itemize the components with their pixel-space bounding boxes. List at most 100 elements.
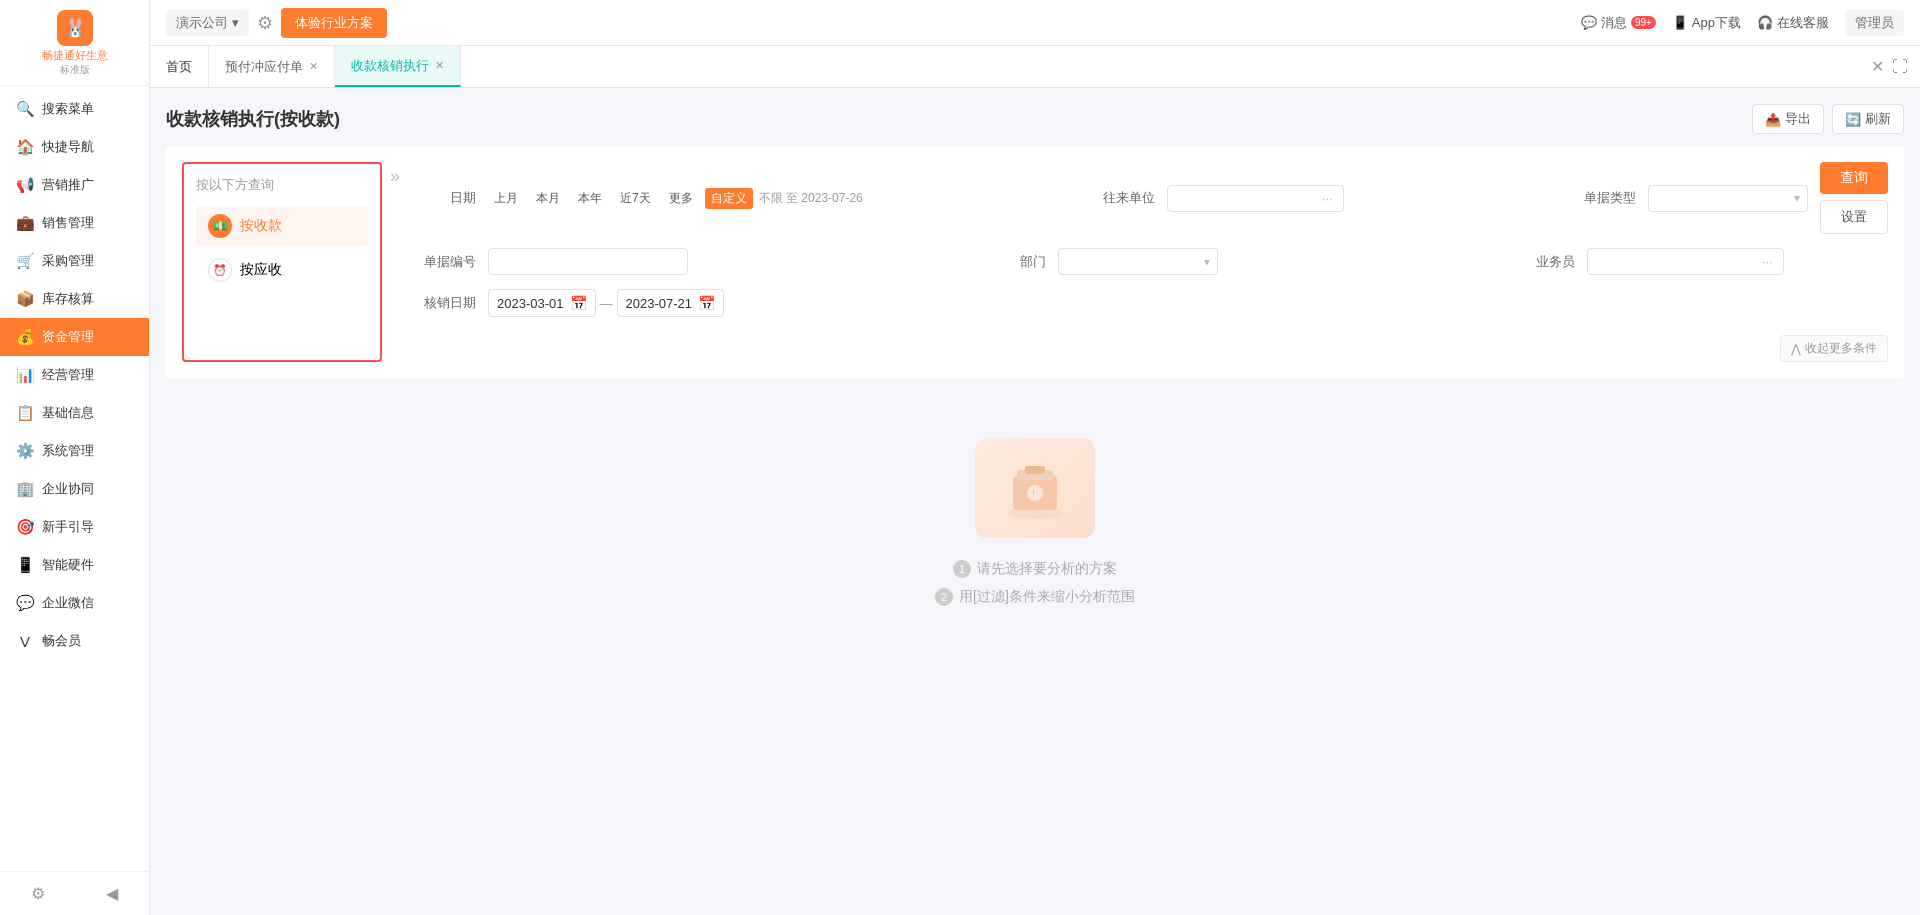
step2-badge: 2 [935,588,953,606]
export-button[interactable]: 📤 导出 [1752,104,1824,134]
sidebar-logo: 🐰 畅捷通好生意 标准版 [0,0,149,86]
sidebar-collapse-button[interactable]: ◀ [102,880,122,907]
sidebar-item-baseinfo[interactable]: 📋 基础信息 [0,394,149,432]
offset-date-end[interactable]: 2023-07-21 📅 [617,289,725,317]
sidebar-item-wechat[interactable]: 💬 企业微信 [0,584,149,622]
sales-icon: 💼 [16,214,34,232]
sidebar-item-system[interactable]: ⚙️ 系统管理 [0,432,149,470]
enterprise-icon: 🏢 [16,480,34,498]
offset-date-start[interactable]: 2023-03-01 📅 [488,289,596,317]
doc-number-label: 单据编号 [416,253,476,271]
page-header: 收款核销执行(按收款) 📤 导出 🔄 刷新 [166,104,1904,134]
purchase-icon: 🛒 [16,252,34,270]
svg-text:!: ! [1032,488,1035,499]
page-content: 收款核销执行(按收款) 📤 导出 🔄 刷新 按以下方查询 💵 [150,88,1920,915]
sidebar-item-vip[interactable]: V 畅会员 [0,622,149,660]
svg-rect-3 [1025,466,1045,474]
counterparty-label: 往来单位 [1095,189,1155,207]
counterparty-more-icon[interactable]: ··· [1322,191,1333,206]
sidebar-item-finance[interactable]: 💰 资金管理 [0,318,149,356]
sidebar-item-marketing[interactable]: 📢 营销推广 [0,166,149,204]
logo-icon: 🐰 [57,10,93,46]
receivable-icon: ⏰ [208,258,232,282]
sidebar-item-operations[interactable]: 📊 经营管理 [0,356,149,394]
sidebar-item-hardware[interactable]: 📱 智能硬件 [0,546,149,584]
topbar-settings-icon[interactable]: ⚙ [257,12,273,34]
sidebar-item-enterprise[interactable]: 🏢 企业协同 [0,470,149,508]
sidebar-item-purchase[interactable]: 🛒 采购管理 [0,242,149,280]
page-actions: 📤 导出 🔄 刷新 [1752,104,1904,134]
empty-illustration: ! [975,438,1095,538]
topbar-right: 💬 消息 99+ 📱 App下载 🎧 在线客服 管理员 [1581,10,1904,36]
tab-home[interactable]: 首页 [150,46,209,87]
export-icon: 📤 [1765,112,1781,127]
topbar: 演示公司 ▾ ⚙ 体验行业方案 💬 消息 99+ 📱 App下载 🎧 在线客服 … [150,0,1920,46]
tab-expand-icon[interactable]: ⛶ [1892,58,1908,76]
tab-receipt-offset-close[interactable]: ✕ [435,59,444,72]
query-button[interactable]: 查询 [1820,162,1888,194]
page-title: 收款核销执行(按收款) [166,107,340,131]
messages-badge: 99+ [1631,16,1656,29]
date-last-7days[interactable]: 近7天 [614,188,657,209]
counterparty-input[interactable]: ··· [1167,185,1344,212]
filter-fields: 日期 上月 本月 本年 近7天 更多 自定义 不限 至 2023-07-26 往… [416,162,1888,362]
logo-text: 畅捷通好生意 [42,48,108,63]
topbar-left: 演示公司 ▾ ⚙ 体验行业方案 [166,8,1569,38]
tab-prepay[interactable]: 预付冲应付单 ✕ [209,46,335,87]
collapse-more-button[interactable]: ⋀ 收起更多条件 [1780,335,1888,362]
counterparty-field[interactable] [1178,191,1318,206]
sidebar-item-sales[interactable]: 💼 销售管理 [0,204,149,242]
department-label: 部门 [986,253,1046,271]
filter-by-receivable[interactable]: ⏰ 按应收 [196,250,368,290]
date-separator: — [600,296,613,311]
sidebar-settings-button[interactable]: ⚙ [27,880,49,907]
date-this-month[interactable]: 本月 [530,188,566,209]
online-service-button[interactable]: 🎧 在线客服 [1757,14,1829,32]
calendar-end-icon: 📅 [698,295,715,311]
receipt-icon: 💵 [208,214,232,238]
filter-by-receipt[interactable]: 💵 按收款 [196,206,368,246]
tabbar: 首页 预付冲应付单 ✕ 收款核销执行 ✕ ✕ ⛶ [150,46,1920,88]
hardware-icon: 📱 [16,556,34,574]
sidebar: 🐰 畅捷通好生意 标准版 🔍 搜索菜单 🏠 快捷导航 📢 营销推广 💼 销售管理… [0,0,150,915]
filter-type-selector: 按以下方查询 💵 按收款 ⏰ 按应收 [182,162,382,362]
messages-button[interactable]: 💬 消息 99+ [1581,14,1656,32]
solution-button[interactable]: 体验行业方案 [281,8,387,38]
baseinfo-icon: 📋 [16,404,34,422]
filter-panel: 按以下方查询 💵 按收款 ⏰ 按应收 » 日期 [166,146,1904,378]
offset-date-label: 核销日期 [416,294,476,312]
sidebar-item-search[interactable]: 🔍 搜索菜单 [0,90,149,128]
guide-icon: 🎯 [16,518,34,536]
filter-row-3: 核销日期 2023-03-01 📅 — 2023-07-21 📅 [416,289,1888,317]
doc-number-input[interactable] [488,248,688,275]
salesperson-more-icon[interactable]: ··· [1762,254,1773,269]
calendar-start-icon: 📅 [570,295,587,311]
company-selector[interactable]: 演示公司 ▾ [166,10,249,36]
tab-prepay-close[interactable]: ✕ [309,60,318,73]
filter-collapse-button[interactable]: » [390,166,400,362]
wechat-icon: 💬 [16,594,34,612]
empty-state: ! 1 请先选择要分析的方案 2 用[过滤]条件来缩小分析范围 [166,378,1904,666]
refresh-button[interactable]: 🔄 刷新 [1832,104,1904,134]
tab-receipt-offset[interactable]: 收款核销执行 ✕ [335,46,461,87]
operations-icon: 📊 [16,366,34,384]
salesperson-input[interactable]: ··· [1587,248,1784,275]
date-this-year[interactable]: 本年 [572,188,608,209]
vip-icon: V [16,633,34,650]
sidebar-item-inventory[interactable]: 📦 库存核算 [0,280,149,318]
filter-settings-button[interactable]: 设置 [1820,200,1888,234]
app-download-button[interactable]: 📱 App下载 [1672,14,1741,32]
date-custom[interactable]: 自定义 [705,188,753,209]
sidebar-item-quicknav[interactable]: 🏠 快捷导航 [0,128,149,166]
filter-row-2: 单据编号 部门 业务员 ··· [416,248,1888,275]
date-last-month[interactable]: 上月 [488,188,524,209]
department-select[interactable] [1058,248,1218,275]
salesperson-field[interactable] [1598,254,1758,269]
empty-step1: 1 请先选择要分析的方案 [953,560,1117,578]
user-info[interactable]: 管理员 [1845,10,1904,36]
chevron-down-icon: ▾ [232,15,239,30]
doc-type-select[interactable] [1648,185,1808,212]
date-more[interactable]: 更多 [663,188,699,209]
tab-close-all-icon[interactable]: ✕ [1871,57,1884,76]
sidebar-item-guide[interactable]: 🎯 新手引导 [0,508,149,546]
